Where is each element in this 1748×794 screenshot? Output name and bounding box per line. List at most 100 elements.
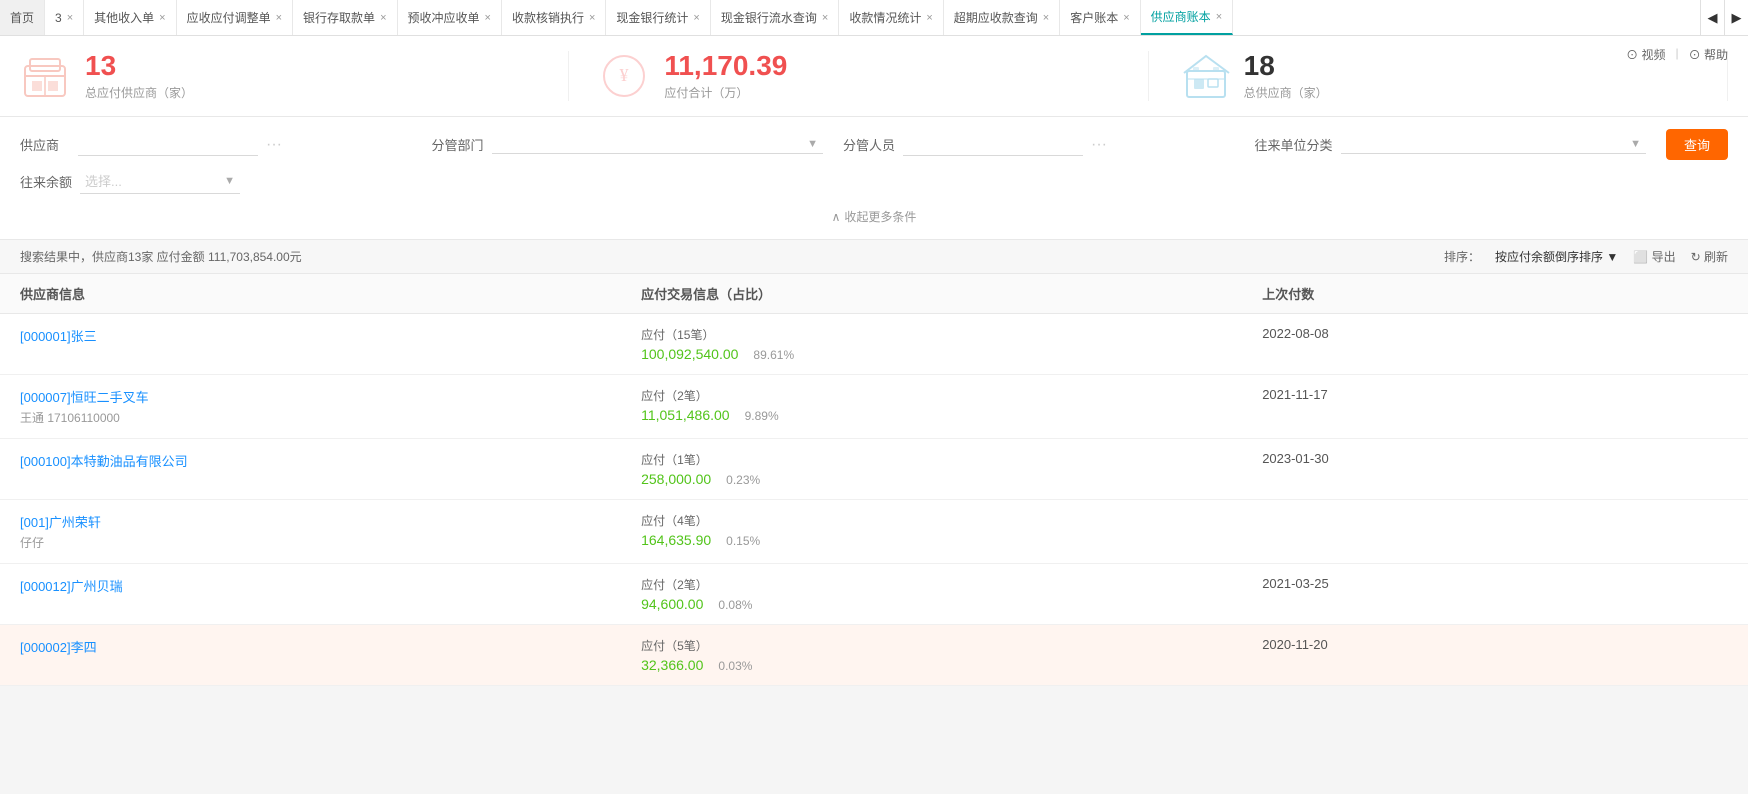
close-tab-advance-ar[interactable]: × <box>485 12 491 24</box>
person-field: 分管人员 ··· <box>843 134 1235 156</box>
table-body: [000001]张三 应付（15笔） 100,092,540.00 89.61% 202… <box>0 314 1748 686</box>
table-row: [000001]张三 应付（15笔） 100,092,540.00 89.61% 202… <box>0 314 1748 375</box>
table-row: [000002]李四应付（5笔）32,366.000.03%2020-11-20 <box>0 625 1748 686</box>
dept-field: 分管部门 ▼ <box>432 135 824 154</box>
nav-tab-receipt-stat[interactable]: 收款情况统计× <box>839 0 943 35</box>
supplier-icon <box>20 51 70 101</box>
nav-tab-receipt-write-off[interactable]: 收款核销执行× <box>502 0 606 35</box>
balance-placeholder: 选择... <box>85 171 122 190</box>
close-tab-num3[interactable]: × <box>67 12 73 24</box>
nav-tab-overdue-ar[interactable]: 超期应收款查询× <box>944 0 1060 35</box>
person-input[interactable] <box>903 134 1083 156</box>
transaction-amount-0[interactable]: 100,092,540.00 <box>641 346 738 362</box>
supplier-name-4[interactable]: [000012]广州贝瑞 <box>20 579 123 594</box>
summary-top-right: ⊙ 视频 | ⊙ 帮助 <box>1626 46 1728 63</box>
category-label: 往来单位分类 <box>1255 135 1333 154</box>
transaction-row-4: 94,600.00 0.08% <box>641 596 1262 612</box>
lastpay-date-0: 2022-08-08 <box>1262 326 1329 341</box>
store-icon <box>1179 51 1229 101</box>
search-row-2: 往来余额 选择... ▼ <box>20 168 1728 194</box>
close-tab-other-income[interactable]: × <box>159 12 165 24</box>
lastpay-date-5: 2020-11-20 <box>1262 637 1328 652</box>
transaction-row-2: 258,000.00 0.23% <box>641 471 1262 487</box>
nav-tab-bank-deposit[interactable]: 银行存取款单× <box>293 0 397 35</box>
collapse-label: 收起更多条件 <box>844 208 916 225</box>
payable-total-info: 11,170.39 应付合计（万） <box>664 52 787 101</box>
supplier-dots[interactable]: ··· <box>266 136 282 154</box>
lastpay-col-1: 2021-11-17 <box>1262 387 1728 402</box>
nav-tab-advance-ar[interactable]: 预收冲应收单× <box>398 0 502 35</box>
supplier-contact-3: 仔仔 <box>20 534 641 551</box>
transaction-amount-2[interactable]: 258,000.00 <box>641 471 711 487</box>
nav-tab-cash-bank-stat[interactable]: 现金银行统计× <box>606 0 710 35</box>
transaction-percent-5: 0.03% <box>718 659 752 673</box>
payable-total-label: 应付合计（万） <box>664 84 787 101</box>
result-text: 搜索结果中，供应商13家 应付金额 111,703,854.00元 <box>20 248 302 265</box>
close-tab-supplier-ledger[interactable]: × <box>1216 11 1222 23</box>
dept-select[interactable]: ▼ <box>492 135 823 154</box>
category-select[interactable]: ▼ <box>1341 135 1646 154</box>
query-button[interactable]: 查询 <box>1666 129 1728 160</box>
dept-arrow: ▼ <box>807 138 818 150</box>
transaction-row-3: 164,635.900.15% <box>641 532 1262 548</box>
nav-tab-other-income[interactable]: 其他收入单× <box>84 0 176 35</box>
nav-tab-home[interactable]: 首页 <box>0 0 45 35</box>
supplier-name-3[interactable]: [001]广州荣轩 <box>20 515 101 530</box>
transaction-amount-3[interactable]: 164,635.90 <box>641 532 711 548</box>
close-tab-overdue-ar[interactable]: × <box>1043 12 1049 24</box>
supplier-name-5[interactable]: [000002]李四 <box>20 640 97 655</box>
close-tab-receipt-write-off[interactable]: × <box>589 12 595 24</box>
table-row: [000007]恒旺二手叉车王通 17106110000应付（2笔）11,051… <box>0 375 1748 439</box>
refresh-button[interactable]: ↻ 刷新 <box>1691 248 1728 265</box>
close-tab-cash-bank-flow[interactable]: × <box>822 12 828 24</box>
transaction-row-5: 32,366.00 0.03% <box>641 657 1262 673</box>
supplier-col-4: [000012]广州贝瑞 <box>20 576 641 595</box>
transaction-label-0: 应付（15笔） <box>641 326 1262 343</box>
lastpay-date-2: 2023-01-30 <box>1262 451 1329 466</box>
total-suppliers-num: 18 <box>1244 52 1328 80</box>
nav-tab-num3[interactable]: 3× <box>45 0 84 35</box>
sort-value[interactable]: 按应付余额倒序排序 ▼ <box>1495 248 1618 265</box>
supplier-col-0: [000001]张三 <box>20 326 641 345</box>
video-link[interactable]: ⊙ 视频 <box>1626 46 1665 63</box>
supplier-input[interactable] <box>78 134 258 156</box>
transaction-amount-1[interactable]: 11,051,486.00 <box>641 407 730 423</box>
export-button[interactable]: ⬜ 导出 <box>1633 248 1675 265</box>
sort-label: 排序： <box>1444 248 1480 265</box>
search-bar: 供应商 ··· 分管部门 ▼ 分管人员 ··· 往来单位分类 ▼ 查询 往来 <box>0 117 1748 240</box>
transaction-label-3: 应付（4笔） <box>641 512 1262 529</box>
transaction-col-3: 应付（4笔） 164,635.900.15% <box>641 512 1262 548</box>
collapse-button[interactable]: ∧ 收起更多条件 <box>832 208 917 225</box>
nav-tab-ar-ap-adjust[interactable]: 应收应付调整单× <box>177 0 293 35</box>
summary-payable-total: ¥ 11,170.39 应付合计（万） <box>569 51 1148 101</box>
top-nav: 首页3×其他收入单×应收应付调整单×银行存取款单×预收冲应收单×收款核销执行×现… <box>0 0 1748 36</box>
table-header: 供应商信息 应付交易信息（占比） 上次付数 <box>0 274 1748 314</box>
person-dots[interactable]: ··· <box>1091 136 1107 154</box>
close-tab-cash-bank-stat[interactable]: × <box>693 12 699 24</box>
nav-tab-supplier-ledger[interactable]: 供应商账本× <box>1141 0 1233 35</box>
close-tab-ar-ap-adjust[interactable]: × <box>276 12 282 24</box>
total-suppliers-label: 总供应商（家） <box>1244 84 1328 101</box>
transaction-amount-4[interactable]: 94,600.00 <box>641 596 703 612</box>
close-tab-bank-deposit[interactable]: × <box>380 12 386 24</box>
transaction-percent-4: 0.08% <box>718 598 752 612</box>
nav-tab-customer-ledger[interactable]: 客户账本× <box>1060 0 1140 35</box>
lastpay-col-0: 2022-08-08 <box>1262 326 1728 341</box>
balance-label: 往来余额 <box>20 172 72 191</box>
transaction-amount-5[interactable]: 32,366.00 <box>641 657 703 673</box>
transaction-percent-2: 0.23% <box>726 473 760 487</box>
supplier-name-0[interactable]: [000001]张三 <box>20 329 97 344</box>
nav-tab-cash-bank-flow[interactable]: 现金银行流水查询× <box>711 0 839 35</box>
nav-arrow-right[interactable]: ▶ <box>1724 0 1748 36</box>
refresh-icon: ↻ <box>1691 250 1701 264</box>
dept-label: 分管部门 <box>432 135 484 154</box>
close-tab-receipt-stat[interactable]: × <box>926 12 932 24</box>
supplier-name-1[interactable]: [000007]恒旺二手叉车 <box>20 390 149 405</box>
supplier-name-2[interactable]: [000100]本特勤油品有限公司 <box>20 454 188 469</box>
close-tab-customer-ledger[interactable]: × <box>1123 12 1129 24</box>
balance-select[interactable]: 选择... ▼ <box>80 168 240 194</box>
transaction-percent-0: 89.61% <box>753 348 794 362</box>
help-link[interactable]: ⊙ 帮助 <box>1689 46 1728 63</box>
col-header-transaction: 应付交易信息（占比） <box>641 284 1262 303</box>
nav-arrow-left[interactable]: ◀ <box>1700 0 1724 36</box>
